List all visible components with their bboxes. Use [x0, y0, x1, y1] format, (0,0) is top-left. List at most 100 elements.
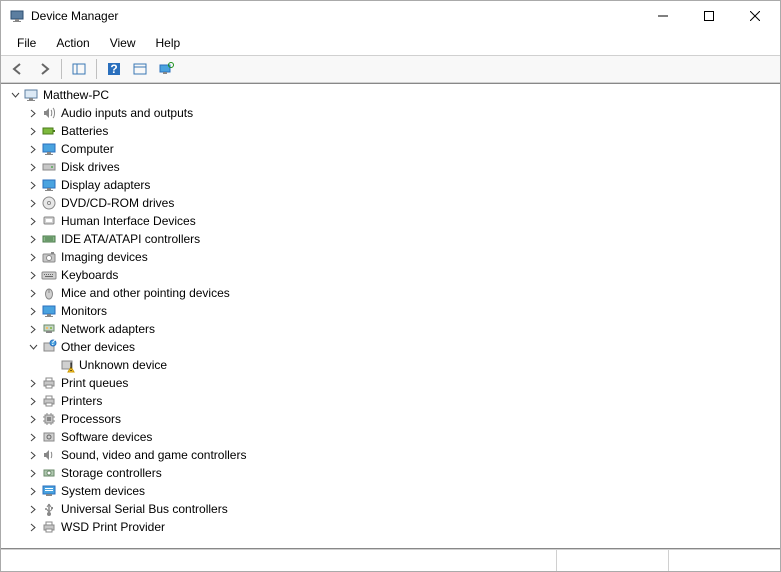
printer-icon: [41, 393, 57, 409]
tree-category-row[interactable]: Computer: [23, 140, 780, 158]
tree-category-row[interactable]: Display adapters: [23, 176, 780, 194]
chevron-right-icon[interactable]: [27, 251, 39, 263]
tree-category-row[interactable]: IDE ATA/ATAPI controllers: [23, 230, 780, 248]
chevron-right-icon[interactable]: [27, 395, 39, 407]
tree-category-row[interactable]: ? Other devices: [23, 338, 780, 356]
tree-category-label: Display adapters: [61, 178, 150, 192]
keyboard-icon: [41, 267, 57, 283]
chevron-right-icon[interactable]: [27, 305, 39, 317]
tree-category-label: Storage controllers: [61, 466, 162, 480]
tree-category-row[interactable]: Software devices: [23, 428, 780, 446]
printer-icon: [41, 519, 57, 535]
tree-category: Storage controllers: [23, 464, 780, 482]
chevron-right-icon[interactable]: [27, 431, 39, 443]
other-icon: ?: [41, 339, 57, 355]
tree-category: Printers: [23, 392, 780, 410]
chevron-right-icon[interactable]: [27, 215, 39, 227]
tree-category-row[interactable]: Monitors: [23, 302, 780, 320]
tree-device-label: Unknown device: [79, 358, 167, 372]
sound-icon: [41, 447, 57, 463]
tree-category-row[interactable]: Network adapters: [23, 320, 780, 338]
maximize-button[interactable]: [686, 1, 732, 31]
network-icon: [41, 321, 57, 337]
chevron-right-icon[interactable]: [27, 485, 39, 497]
forward-button[interactable]: [33, 58, 55, 80]
chevron-right-icon[interactable]: [27, 161, 39, 173]
tree-category-label: Processors: [61, 412, 121, 426]
menu-action[interactable]: Action: [46, 33, 99, 53]
chevron-right-icon[interactable]: [27, 125, 39, 137]
svg-text:?: ?: [110, 62, 117, 76]
chevron-right-icon[interactable]: [27, 521, 39, 533]
tree-category-row[interactable]: Disk drives: [23, 158, 780, 176]
chevron-right-icon[interactable]: [27, 467, 39, 479]
tree-category: Software devices: [23, 428, 780, 446]
close-button[interactable]: [732, 1, 778, 31]
menu-file[interactable]: File: [7, 33, 46, 53]
window-controls: [640, 1, 778, 31]
tree-category-label: Universal Serial Bus controllers: [61, 502, 228, 516]
printer-icon: [41, 375, 57, 391]
computer-icon: [23, 87, 39, 103]
chevron-right-icon[interactable]: [27, 323, 39, 335]
tree-category-row[interactable]: Imaging devices: [23, 248, 780, 266]
tree-category-row[interactable]: Processors: [23, 410, 780, 428]
menu-help[interactable]: Help: [146, 33, 191, 53]
battery-icon: [41, 123, 57, 139]
disk-icon: [41, 159, 57, 175]
toolbar-separator: [61, 59, 62, 79]
tree-category-row[interactable]: Human Interface Devices: [23, 212, 780, 230]
chevron-right-icon[interactable]: [27, 197, 39, 209]
chevron-right-icon[interactable]: [27, 233, 39, 245]
tree-category-row[interactable]: Mice and other pointing devices: [23, 284, 780, 302]
tree-category-row[interactable]: System devices: [23, 482, 780, 500]
chevron-right-icon[interactable]: [27, 107, 39, 119]
chevron-right-icon[interactable]: [27, 179, 39, 191]
show-hide-tree-button[interactable]: [68, 58, 90, 80]
status-cell: [556, 550, 668, 571]
unknown-icon: !: [59, 357, 75, 373]
tree-category-row[interactable]: DVD/CD-ROM drives: [23, 194, 780, 212]
chevron-down-icon[interactable]: [27, 341, 39, 353]
tree-category-row[interactable]: Sound, video and game controllers: [23, 446, 780, 464]
tree-category: Network adapters: [23, 320, 780, 338]
tree-category-label: Other devices: [61, 340, 135, 354]
properties-button[interactable]: [129, 58, 151, 80]
chevron-right-icon[interactable]: [27, 413, 39, 425]
chevron-right-icon[interactable]: [27, 269, 39, 281]
tree-category: Batteries: [23, 122, 780, 140]
statusbar: [1, 549, 780, 571]
tree-category-row[interactable]: Storage controllers: [23, 464, 780, 482]
minimize-button[interactable]: [640, 1, 686, 31]
tree-category-label: Disk drives: [61, 160, 120, 174]
monitor-icon: [41, 141, 57, 157]
tree-root-label: Matthew-PC: [43, 88, 109, 102]
tree-category-row[interactable]: Universal Serial Bus controllers: [23, 500, 780, 518]
back-button[interactable]: [7, 58, 29, 80]
tree-category: Keyboards: [23, 266, 780, 284]
tree-category-row[interactable]: Print queues: [23, 374, 780, 392]
chevron-right-icon[interactable]: [27, 503, 39, 515]
tree-device-row[interactable]: ! Unknown device: [41, 356, 780, 374]
tree-category-row[interactable]: Keyboards: [23, 266, 780, 284]
chevron-right-icon[interactable]: [27, 449, 39, 461]
chevron-right-icon[interactable]: [27, 143, 39, 155]
tree-category-row[interactable]: Batteries: [23, 122, 780, 140]
tree-category-label: Network adapters: [61, 322, 155, 336]
menu-view[interactable]: View: [100, 33, 146, 53]
tree-category-row[interactable]: WSD Print Provider: [23, 518, 780, 536]
tree-category-label: Mice and other pointing devices: [61, 286, 230, 300]
tree-category-row[interactable]: Audio inputs and outputs: [23, 104, 780, 122]
chevron-down-icon[interactable]: [9, 89, 21, 101]
tree-category-row[interactable]: Printers: [23, 392, 780, 410]
device-tree[interactable]: Matthew-PC Audio inputs and outputsBatte…: [1, 83, 780, 549]
tree-category: Human Interface Devices: [23, 212, 780, 230]
tree-category: IDE ATA/ATAPI controllers: [23, 230, 780, 248]
help-button[interactable]: ?: [103, 58, 125, 80]
hid-icon: [41, 213, 57, 229]
chevron-right-icon[interactable]: [27, 287, 39, 299]
scan-hardware-button[interactable]: [155, 58, 177, 80]
cpu-icon: [41, 411, 57, 427]
chevron-right-icon[interactable]: [27, 377, 39, 389]
tree-root-row[interactable]: Matthew-PC: [5, 86, 780, 104]
